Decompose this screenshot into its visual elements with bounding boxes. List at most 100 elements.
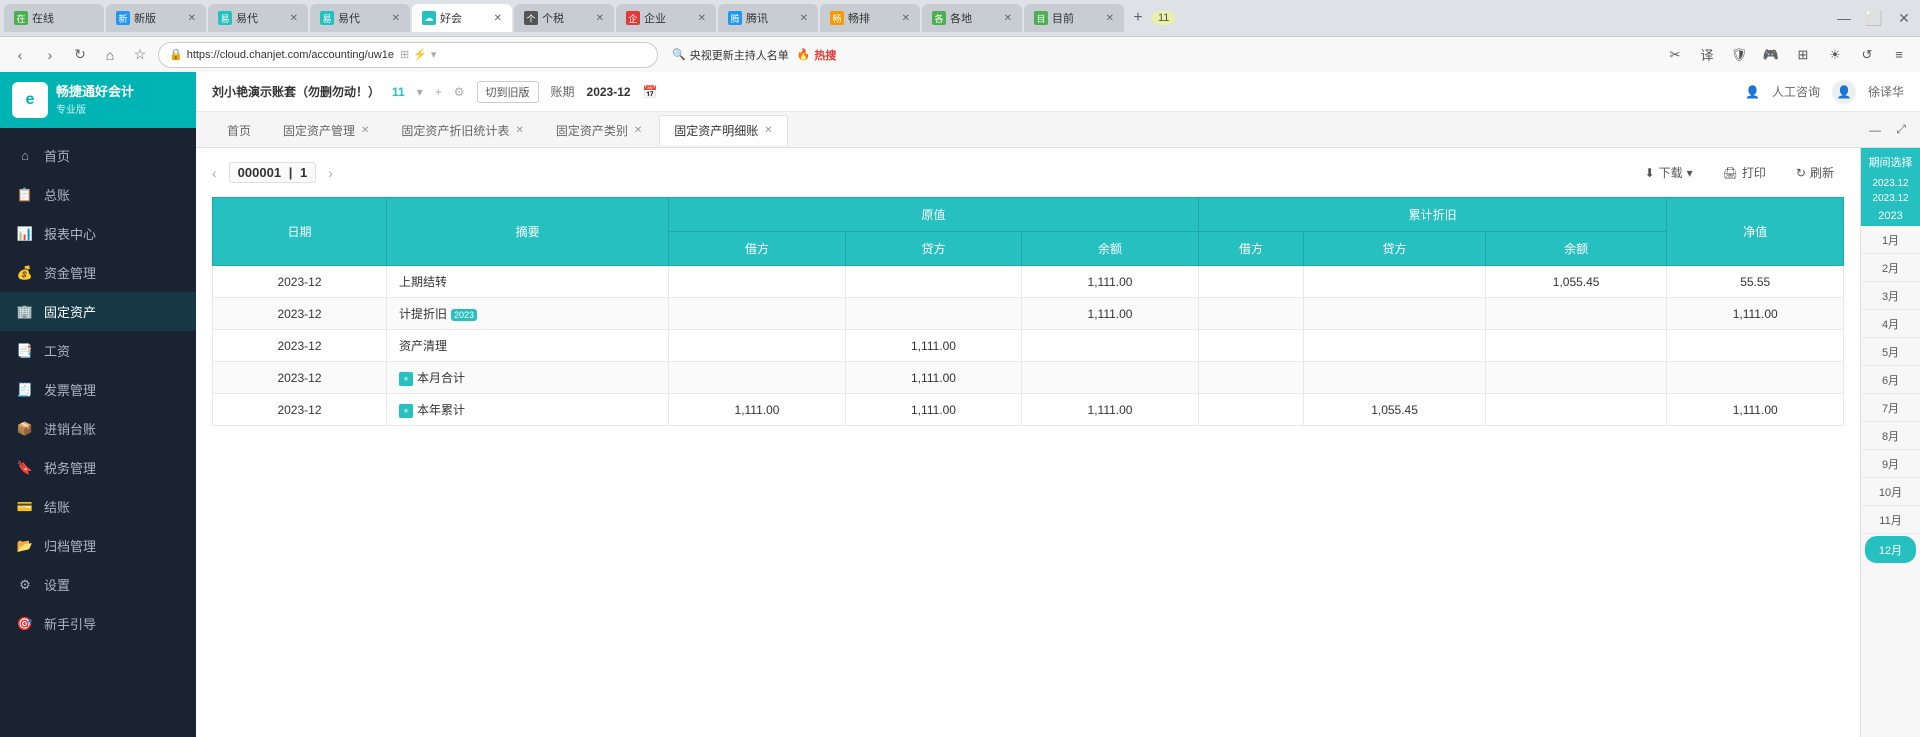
tab-close-tengxun[interactable]: ✕: [800, 13, 808, 24]
account-code: 000001 | 1: [229, 162, 317, 183]
period-month-10月[interactable]: 10月: [1861, 478, 1920, 506]
tab-asset-detail-close[interactable]: ✕: [764, 125, 772, 136]
sidebar-item-funds[interactable]: 💰 资金管理: [0, 253, 196, 292]
settings-small-icon[interactable]: ⚙: [454, 85, 465, 99]
sidebar-item-close-accounts[interactable]: 💳 结账: [0, 487, 196, 526]
dropdown-arrow[interactable]: ▾: [417, 85, 423, 99]
period-month-7月[interactable]: 7月: [1861, 394, 1920, 422]
tab-label-geshui: 个税: [542, 10, 564, 26]
tab-icon-chang: 畅: [830, 11, 844, 25]
scissors-icon[interactable]: ✂: [1662, 42, 1688, 68]
cell-date: 2023-12: [213, 266, 387, 298]
period-month-3月[interactable]: 3月: [1861, 282, 1920, 310]
browser-tab-yidai2[interactable]: 易 易代 ✕: [310, 4, 410, 32]
browser-tab-gedi[interactable]: 各 各地 ✕: [922, 4, 1022, 32]
browser-tab-online[interactable]: 在 在线: [4, 4, 104, 32]
help-label[interactable]: 人工咨询: [1772, 83, 1820, 100]
maximize-tab-button[interactable]: ⤢: [1890, 119, 1912, 141]
tab-close-yidai1[interactable]: ✕: [290, 13, 298, 24]
tab-close-chang[interactable]: ✕: [902, 13, 910, 24]
grid-icon[interactable]: ⊞: [1790, 42, 1816, 68]
tab-asset-category-close[interactable]: ✕: [634, 125, 642, 136]
tab-close-haohui[interactable]: ✕: [494, 13, 502, 24]
period-month-1月[interactable]: 1月: [1861, 226, 1920, 254]
tab-asset-category[interactable]: 固定资产类别 ✕: [541, 115, 657, 145]
bookmark-button[interactable]: ☆: [128, 43, 152, 67]
cell-accum-credit: [1304, 330, 1486, 362]
browser-tab-haohui[interactable]: ☁ 好会 ✕: [412, 4, 512, 32]
tax-icon: 🔖: [16, 459, 34, 477]
tab-fixed-assets-mgmt-label: 固定资产管理: [283, 122, 355, 139]
browser-tab-tengxun[interactable]: 腾 腾讯 ✕: [718, 4, 818, 32]
tab-close-new[interactable]: ✕: [188, 13, 196, 24]
period-month-11月[interactable]: 11月: [1861, 506, 1920, 534]
tab-close-mubiao[interactable]: ✕: [1106, 13, 1114, 24]
tab-depreciation-stats-close[interactable]: ✕: [515, 125, 523, 136]
tab-close-geshui[interactable]: ✕: [596, 13, 604, 24]
browser-tab-qiye[interactable]: 企 企业 ✕: [616, 4, 716, 32]
refresh-button[interactable]: ↻ 刷新: [1786, 160, 1844, 185]
app-container: e 畅捷通好会计 专业版 ⌂ 首页 📋 总账 📊 报表中心 💰 资金管理: [0, 72, 1920, 737]
tab-asset-detail[interactable]: 固定资产明细账 ✕: [659, 115, 787, 145]
guide-icon: 🎯: [16, 615, 34, 633]
url-bar[interactable]: 🔒 https://cloud.chanjet.com/accounting/u…: [158, 42, 658, 68]
refresh-button[interactable]: ↻: [68, 43, 92, 67]
sidebar-item-general-ledger[interactable]: 📋 总账: [0, 175, 196, 214]
translate-icon[interactable]: 译: [1694, 42, 1720, 68]
period-month-9月[interactable]: 9月: [1861, 450, 1920, 478]
print-button[interactable]: 🖨 打印: [1713, 160, 1776, 185]
next-arrow[interactable]: ›: [328, 165, 333, 181]
period-month-12月[interactable]: 12月: [1865, 536, 1916, 564]
sidebar-item-reports[interactable]: 📊 报表中心: [0, 214, 196, 253]
tab-depreciation-stats[interactable]: 固定资产折旧统计表 ✕: [386, 115, 538, 145]
rotate-icon[interactable]: ↺: [1854, 42, 1880, 68]
tab-asset-category-label: 固定资产类别: [556, 122, 628, 139]
maximize-button[interactable]: ⬜: [1862, 6, 1886, 30]
period-month-5月[interactable]: 5月: [1861, 338, 1920, 366]
forward-button[interactable]: ›: [38, 43, 62, 67]
tab-fixed-assets-mgmt-close[interactable]: ✕: [361, 125, 369, 136]
period-month-2月[interactable]: 2月: [1861, 254, 1920, 282]
sidebar-item-settings[interactable]: ⚙ 设置: [0, 565, 196, 604]
menu-icon[interactable]: ≡: [1886, 42, 1912, 68]
home-button[interactable]: ⌂: [98, 43, 122, 67]
browser-tab-geshui[interactable]: 个 个税 ✕: [514, 4, 614, 32]
sidebar-item-guide[interactable]: 🎯 新手引导: [0, 604, 196, 643]
sidebar-item-fixed-assets[interactable]: 🏢 固定资产: [0, 292, 196, 331]
browser-tab-yidai1[interactable]: 易 易代 ✕: [208, 4, 308, 32]
minimize-tab-button[interactable]: —: [1864, 119, 1886, 141]
minimize-button[interactable]: —: [1832, 6, 1856, 30]
tab-close-gedi[interactable]: ✕: [1004, 13, 1012, 24]
prev-arrow[interactable]: ‹: [212, 165, 217, 181]
tab-fixed-assets-mgmt[interactable]: 固定资产管理 ✕: [268, 115, 384, 145]
add-account-button[interactable]: +: [435, 85, 442, 99]
sidebar-item-tax[interactable]: 🔖 税务管理: [0, 448, 196, 487]
sidebar-item-archive[interactable]: 📂 归档管理: [0, 526, 196, 565]
shield-icon[interactable]: 🛡: [1726, 42, 1752, 68]
close-button[interactable]: ✕: [1892, 6, 1916, 30]
back-button[interactable]: ‹: [8, 43, 32, 67]
tab-depreciation-stats-label: 固定资产折旧统计表: [401, 122, 509, 139]
switch-version-button[interactable]: 切到旧版: [477, 81, 539, 103]
calendar-icon[interactable]: 📅: [643, 85, 658, 99]
download-icon: ⬇: [1645, 166, 1655, 180]
sidebar-item-inventory[interactable]: 📦 进销台账: [0, 409, 196, 448]
tab-close-qiye[interactable]: ✕: [698, 13, 706, 24]
browser-tab-mubiao[interactable]: 目 目前 ✕: [1024, 4, 1124, 32]
period-month-6月[interactable]: 6月: [1861, 366, 1920, 394]
browser-tab-chang[interactable]: 畅 畅排 ✕: [820, 4, 920, 32]
tab-label-yidai1: 易代: [236, 10, 258, 26]
sun-icon[interactable]: ☀: [1822, 42, 1848, 68]
new-tab-button[interactable]: +: [1126, 6, 1150, 30]
sidebar-item-invoices[interactable]: 🧾 发票管理: [0, 370, 196, 409]
download-button[interactable]: ⬇ 下载 ▾: [1635, 160, 1703, 185]
tab-home[interactable]: 首页: [212, 115, 266, 145]
browser-tab-new[interactable]: 新 新版 ✕: [106, 4, 206, 32]
sidebar-item-home[interactable]: ⌂ 首页: [0, 136, 196, 175]
period-month-4月[interactable]: 4月: [1861, 310, 1920, 338]
tab-label-haohui: 好会: [440, 10, 462, 26]
tab-close-yidai2[interactable]: ✕: [392, 13, 400, 24]
period-month-8月[interactable]: 8月: [1861, 422, 1920, 450]
game-icon[interactable]: 🎮: [1758, 42, 1784, 68]
sidebar-item-payroll[interactable]: 📑 工资: [0, 331, 196, 370]
